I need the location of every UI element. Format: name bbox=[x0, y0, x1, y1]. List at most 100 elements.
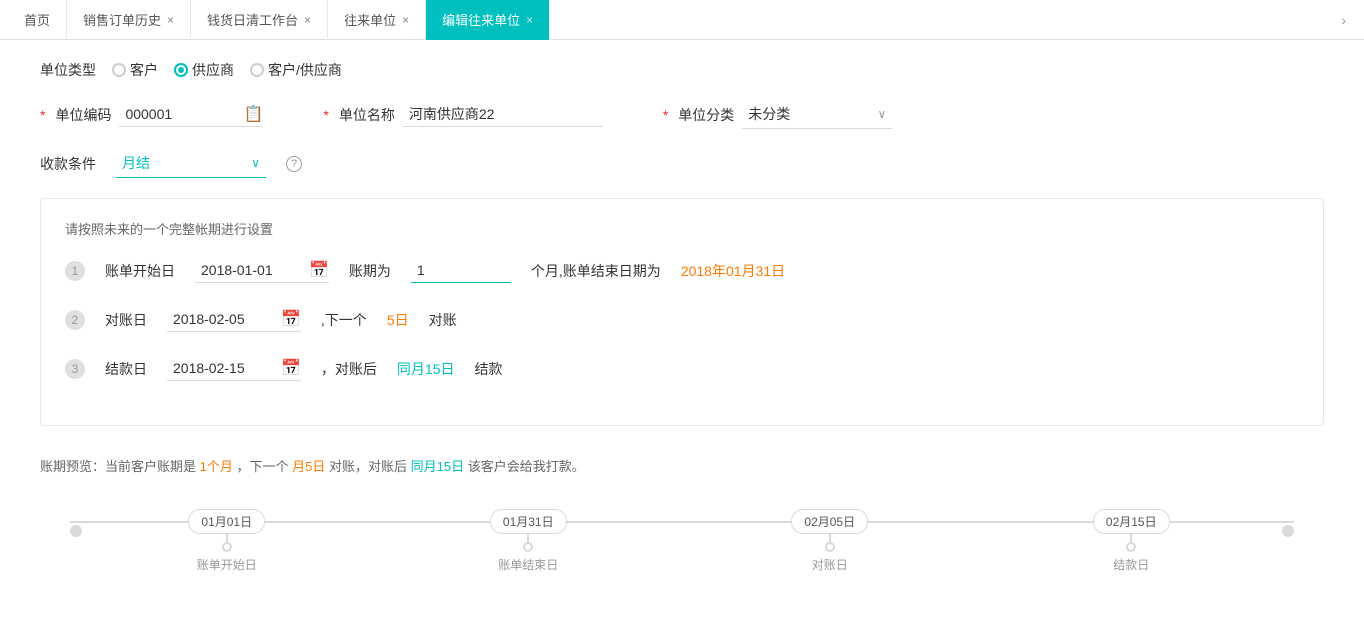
unit-category-arrow: ∨ bbox=[877, 107, 886, 121]
step-1-calendar-icon[interactable]: 📅 bbox=[309, 260, 329, 280]
step-1-period-end: 2018年01月31日 bbox=[681, 261, 785, 281]
unit-code-input[interactable] bbox=[119, 102, 239, 126]
step-3-label: 结款日 bbox=[105, 359, 147, 379]
timeline-node-4: 02月15日 结款日 bbox=[981, 509, 1283, 573]
tab-cash-work-close[interactable]: × bbox=[304, 13, 311, 27]
radio-supplier[interactable]: 供应商 bbox=[174, 60, 234, 80]
period-preview: 账期预览：当前客户账期是 1个月 ，下一个 月5日 对账，对账后 同月15日 该… bbox=[40, 446, 1324, 475]
timeline-badge-1: 01月01日 bbox=[188, 509, 265, 534]
radio-both-label: 客户/供应商 bbox=[268, 60, 342, 80]
timeline-dot-2 bbox=[523, 542, 533, 552]
unit-info-row: * 单位编码 📋 * 单位名称 * 单位分类 未分类 ∨ bbox=[40, 100, 1324, 129]
step-3-row: 3 结款日 📅 ，对账后 同月15日 结款 bbox=[65, 356, 1299, 381]
payment-help-icon[interactable]: ? bbox=[286, 156, 302, 172]
timeline-node-2: 01月31日 账单结束日 bbox=[378, 509, 680, 573]
tab-edit-partner-close[interactable]: × bbox=[526, 13, 533, 27]
tab-sales-history[interactable]: 销售订单历史 × bbox=[67, 0, 191, 40]
tab-bar: 首页 销售订单历史 × 钱货日清工作台 × 往来单位 × 编辑往来单位 × › bbox=[0, 0, 1364, 40]
step-3-date-input[interactable] bbox=[167, 356, 277, 380]
tab-edit-partner-label: 编辑往来单位 bbox=[442, 10, 520, 29]
step-2-date-input[interactable] bbox=[167, 307, 277, 331]
tab-cash-work[interactable]: 钱货日清工作台 × bbox=[191, 0, 328, 40]
payment-term-select[interactable]: 月结 ∨ bbox=[116, 149, 266, 178]
timeline-connector-3 bbox=[829, 534, 831, 542]
tab-sales-history-label: 销售订单历史 bbox=[83, 10, 161, 29]
unit-category-star: * bbox=[663, 107, 668, 123]
unit-code-label: 单位编码 bbox=[55, 105, 111, 125]
step-1-period-unit: 个月,账单结束日期为 bbox=[531, 261, 661, 281]
payment-term-value: 月结 bbox=[122, 153, 150, 173]
step-3-num: 3 bbox=[65, 359, 85, 379]
step-1-period-input[interactable] bbox=[411, 258, 511, 283]
payment-term-label: 收款条件 bbox=[40, 154, 96, 174]
preview-label: 账期预览：当前客户账期是 bbox=[40, 459, 196, 474]
timeline-label-2: 账单结束日 bbox=[498, 556, 558, 573]
timeline-connector-4 bbox=[1130, 534, 1132, 542]
radio-customer-label: 客户 bbox=[130, 60, 158, 80]
radio-supplier-label: 供应商 bbox=[192, 60, 234, 80]
step-3-calendar-icon[interactable]: 📅 bbox=[281, 358, 301, 378]
timeline-connector-1 bbox=[226, 534, 228, 542]
radio-both-circle bbox=[250, 63, 264, 77]
step-2-calendar-icon[interactable]: 📅 bbox=[281, 309, 301, 329]
timeline-connector-2 bbox=[527, 534, 529, 542]
step-2-desc-suffix: 对账 bbox=[429, 310, 457, 330]
unit-category-select[interactable]: 未分类 ∨ bbox=[742, 100, 892, 129]
step-3-date-wrapper: 📅 bbox=[167, 356, 301, 381]
payment-box-title: 请按照未来的一个完整帐期进行设置 bbox=[65, 219, 1299, 238]
main-content: 单位类型 客户 供应商 客户/供应商 * 单位编码 📋 bbox=[0, 40, 1364, 633]
preview-highlight3: 同月15日 bbox=[411, 459, 464, 474]
preview-text3: 对账，对账后 bbox=[329, 459, 407, 474]
timeline-dot-1 bbox=[222, 542, 232, 552]
unit-type-label: 单位类型 bbox=[40, 60, 96, 80]
timeline-label-1: 账单开始日 bbox=[197, 556, 257, 573]
unit-category-value: 未分类 bbox=[748, 104, 790, 124]
radio-both[interactable]: 客户/供应商 bbox=[250, 60, 342, 80]
step-1-num: 1 bbox=[65, 261, 85, 281]
step-1-period-label: 账期为 bbox=[349, 261, 391, 281]
radio-customer-circle bbox=[112, 63, 126, 77]
timeline-dot-4 bbox=[1126, 542, 1136, 552]
tab-edit-partner[interactable]: 编辑往来单位 × bbox=[426, 0, 550, 40]
tab-sales-history-close[interactable]: × bbox=[167, 13, 174, 27]
tab-partner-label: 往来单位 bbox=[344, 10, 396, 29]
preview-text2: ，下一个 bbox=[237, 459, 289, 474]
step-3-desc-suffix: 结款 bbox=[475, 359, 503, 379]
step-2-desc-prefix: ,下一个 bbox=[321, 310, 367, 330]
step-2-num: 2 bbox=[65, 310, 85, 330]
unit-code-icon[interactable]: 📋 bbox=[243, 104, 263, 124]
preview-highlight2: 月5日 bbox=[292, 459, 325, 474]
unit-name-input[interactable] bbox=[403, 102, 603, 127]
step-2-row: 2 对账日 📅 ,下一个 5日 对账 bbox=[65, 307, 1299, 332]
tab-partner[interactable]: 往来单位 × bbox=[328, 0, 426, 40]
radio-customer[interactable]: 客户 bbox=[112, 60, 158, 80]
unit-code-star: * bbox=[40, 107, 45, 123]
step-2-date-wrapper: 📅 bbox=[167, 307, 301, 332]
preview-highlight1: 1个月 bbox=[200, 459, 233, 474]
tab-arrow[interactable]: › bbox=[1331, 12, 1356, 28]
step-3-desc-highlight: 同月15日 bbox=[397, 359, 455, 379]
unit-name-group: * 单位名称 bbox=[323, 102, 602, 127]
unit-code-input-wrapper: 📋 bbox=[119, 102, 263, 127]
payment-box: 请按照未来的一个完整帐期进行设置 1 账单开始日 📅 账期为 个月,账单结束日期… bbox=[40, 198, 1324, 426]
tab-partner-close[interactable]: × bbox=[402, 13, 409, 27]
radio-supplier-circle bbox=[174, 63, 188, 77]
unit-name-label: 单位名称 bbox=[339, 105, 395, 125]
step-2-label: 对账日 bbox=[105, 310, 147, 330]
timeline-end-dot bbox=[1282, 525, 1294, 537]
unit-code-group: * 单位编码 📋 bbox=[40, 102, 263, 127]
preview-text4: 该客户会给我打款。 bbox=[468, 459, 585, 474]
unit-category-label: 单位分类 bbox=[678, 105, 734, 125]
step-1-date-input[interactable] bbox=[195, 258, 305, 282]
timeline-node-3: 02月05日 对账日 bbox=[679, 509, 981, 573]
step-1-date-wrapper: 📅 bbox=[195, 258, 329, 283]
payment-term-arrow: ∨ bbox=[251, 156, 260, 170]
timeline-container: 01月01日 账单开始日 01月31日 账单结束日 02月05日 对账日 bbox=[40, 499, 1324, 613]
timeline-nodes: 01月01日 账单开始日 01月31日 账单结束日 02月05日 对账日 bbox=[70, 509, 1294, 573]
step-1-row: 1 账单开始日 📅 账期为 个月,账单结束日期为 2018年01月31日 bbox=[65, 258, 1299, 283]
step-3-desc-prefix: ，对账后 bbox=[321, 359, 377, 379]
tab-cash-work-label: 钱货日清工作台 bbox=[207, 10, 298, 29]
timeline-label-4: 结款日 bbox=[1113, 556, 1149, 573]
tab-home[interactable]: 首页 bbox=[8, 0, 67, 40]
payment-term-row: 收款条件 月结 ∨ ? bbox=[40, 149, 1324, 178]
